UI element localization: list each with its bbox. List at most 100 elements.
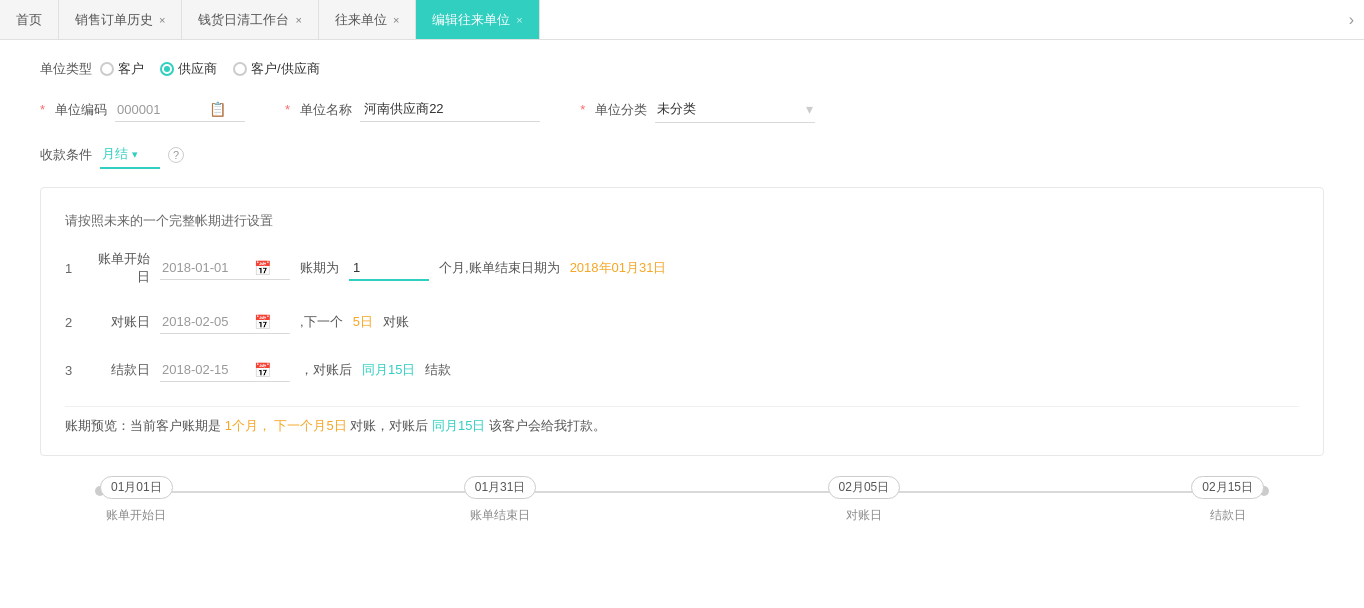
date-value-2[interactable]: [160, 310, 250, 333]
tab-home[interactable]: 首页: [0, 0, 59, 39]
row3-post: 结款: [425, 361, 451, 379]
required-unit-name: *: [285, 102, 290, 117]
row2-pre: ,下一个: [300, 313, 343, 331]
date-input-1: 📅: [160, 256, 290, 280]
radio-both[interactable]: 客户/供应商: [233, 60, 320, 78]
tab-edit-partner-close[interactable]: ×: [516, 14, 522, 26]
timeline-badge-1: 01月31日: [464, 476, 537, 499]
tab-expand-button[interactable]: ›: [1339, 0, 1364, 39]
unit-code-input-group: 📋: [115, 98, 245, 122]
date-input-3: 📅: [160, 358, 290, 382]
tab-edit-partner[interactable]: 编辑往来单位 ×: [416, 0, 539, 39]
radio-both-label: 客户/供应商: [251, 60, 320, 78]
unit-category-group: * 单位分类 未分类 ▾: [580, 96, 815, 123]
row-label-1: 账单开始日: [95, 250, 150, 286]
setting-row-3: 3 结款日 📅 ，对账后 同月15日 结款: [65, 358, 1299, 382]
timeline-badge-0: 01月01日: [100, 476, 173, 499]
timeline-point-1: 01月31日 账单结束日: [464, 476, 537, 524]
unit-category-value: 未分类: [657, 100, 802, 118]
tab-partners-close[interactable]: ×: [393, 14, 399, 26]
timeline-point-2: 02月05日 对账日: [828, 476, 901, 524]
date-value-3[interactable]: [160, 358, 250, 381]
payment-value: 月结: [102, 145, 128, 163]
timeline-label-1: 账单结束日: [470, 507, 530, 524]
timeline-point-0: 01月01日 账单开始日: [100, 476, 173, 524]
unit-type-row: 单位类型 客户 供应商 客户/供应商: [40, 60, 1324, 78]
payment-label: 收款条件: [40, 146, 92, 164]
row-label-3: 结款日: [95, 361, 150, 379]
unit-code-group: * 单位编码 📋: [40, 98, 245, 122]
preview-val3-pre: 对账，对账后: [350, 418, 428, 433]
row2-highlight: 5日: [353, 313, 373, 331]
date-input-2: 📅: [160, 310, 290, 334]
row-num-1: 1: [65, 261, 85, 276]
radio-supplier-circle: [160, 62, 174, 76]
setting-row-2: 2 对账日 📅 ,下一个 5日 对账: [65, 310, 1299, 334]
preview-section: 账期预览：当前客户账期是 1个月， 下一个月5日 对账，对账后 同月15日 该客…: [65, 406, 1299, 435]
unit-name-input[interactable]: [360, 98, 540, 122]
radio-supplier-label: 供应商: [178, 60, 217, 78]
payment-select[interactable]: 月结 ▾: [100, 141, 160, 169]
period-input[interactable]: [349, 256, 429, 281]
unit-type-label: 单位类型: [40, 60, 92, 78]
radio-customer-circle: [100, 62, 114, 76]
unit-code-copy-icon[interactable]: 📋: [209, 101, 226, 117]
unit-code-label: 单位编码: [55, 101, 107, 119]
tab-cash-work-close[interactable]: ×: [295, 14, 301, 26]
tab-partners-label: 往来单位: [335, 11, 387, 29]
tab-cash-work-label: 钱货日清工作台: [198, 11, 289, 29]
timeline-wrapper: 01月01日 账单开始日 01月31日 账单结束日 02月05日 对账日 02月…: [40, 476, 1324, 524]
tab-cash-work[interactable]: 钱货日清工作台 ×: [182, 0, 318, 39]
radio-both-circle: [233, 62, 247, 76]
timeline-badge-2: 02月05日: [828, 476, 901, 499]
radio-customer[interactable]: 客户: [100, 60, 144, 78]
tab-sales-history-close[interactable]: ×: [159, 14, 165, 26]
timeline-points: 01月01日 账单开始日 01月31日 账单结束日 02月05日 对账日 02月…: [60, 476, 1304, 524]
row2-post: 对账: [383, 313, 409, 331]
tab-edit-partner-label: 编辑往来单位: [432, 11, 510, 29]
setting-row-1: 1 账单开始日 📅 账期为 个月,账单结束日期为 2018年01月31日: [65, 250, 1299, 286]
tab-partners[interactable]: 往来单位 ×: [319, 0, 416, 39]
unit-category-select[interactable]: 未分类 ▾: [655, 96, 815, 123]
calendar-icon-2[interactable]: 📅: [254, 314, 271, 330]
tab-home-label: 首页: [16, 11, 42, 29]
unit-category-arrow-icon: ▾: [806, 101, 813, 117]
tab-sales-history-label: 销售订单历史: [75, 11, 153, 29]
timeline-badge-3: 02月15日: [1191, 476, 1264, 499]
payment-row: 收款条件 月结 ▾ ?: [40, 141, 1324, 169]
highlight-1: 2018年01月31日: [570, 259, 667, 277]
row-label-2: 对账日: [95, 313, 150, 331]
required-unit-category: *: [580, 102, 585, 117]
required-unit-code: *: [40, 102, 45, 117]
preview-val3: 同月15日: [432, 418, 485, 433]
help-icon[interactable]: ?: [168, 147, 184, 163]
unit-category-label: 单位分类: [595, 101, 647, 119]
suffix-pre-1: 账期为: [300, 259, 339, 277]
date-value-1[interactable]: [160, 256, 250, 279]
settings-section: 请按照未来的一个完整帐期进行设置 1 账单开始日 📅 账期为 个月,账单结束日期…: [40, 187, 1324, 456]
preview-prefix: 账期预览：当前客户账期是: [65, 418, 221, 433]
section-title: 请按照未来的一个完整帐期进行设置: [65, 212, 1299, 230]
tab-sales-history[interactable]: 销售订单历史 ×: [59, 0, 182, 39]
calendar-icon-3[interactable]: 📅: [254, 362, 271, 378]
unit-type-radio-group: 客户 供应商 客户/供应商: [100, 60, 320, 78]
unit-info-row: * 单位编码 📋 * 单位名称 * 单位分类 未分类 ▾: [40, 96, 1324, 123]
row3-pre: ，对账后: [300, 361, 352, 379]
radio-customer-label: 客户: [118, 60, 144, 78]
suffix-post-1: 个月,账单结束日期为: [439, 259, 560, 277]
timeline-label-3: 结款日: [1210, 507, 1246, 524]
radio-supplier[interactable]: 供应商: [160, 60, 217, 78]
unit-code-input[interactable]: [115, 98, 205, 121]
calendar-icon-1[interactable]: 📅: [254, 260, 271, 276]
timeline-label-2: 对账日: [846, 507, 882, 524]
timeline-point-3: 02月15日 结款日: [1191, 476, 1264, 524]
row-num-2: 2: [65, 315, 85, 330]
timeline-label-0: 账单开始日: [106, 507, 166, 524]
unit-name-label: 单位名称: [300, 101, 352, 119]
payment-arrow-icon: ▾: [132, 148, 138, 161]
tab-bar: 首页 销售订单历史 × 钱货日清工作台 × 往来单位 × 编辑往来单位 × ›: [0, 0, 1364, 40]
main-content: 单位类型 客户 供应商 客户/供应商 * 单位编码 📋: [0, 40, 1364, 608]
unit-name-group: * 单位名称: [285, 98, 540, 122]
row3-highlight: 同月15日: [362, 361, 415, 379]
preview-suffix: 该客户会给我打款。: [489, 418, 606, 433]
